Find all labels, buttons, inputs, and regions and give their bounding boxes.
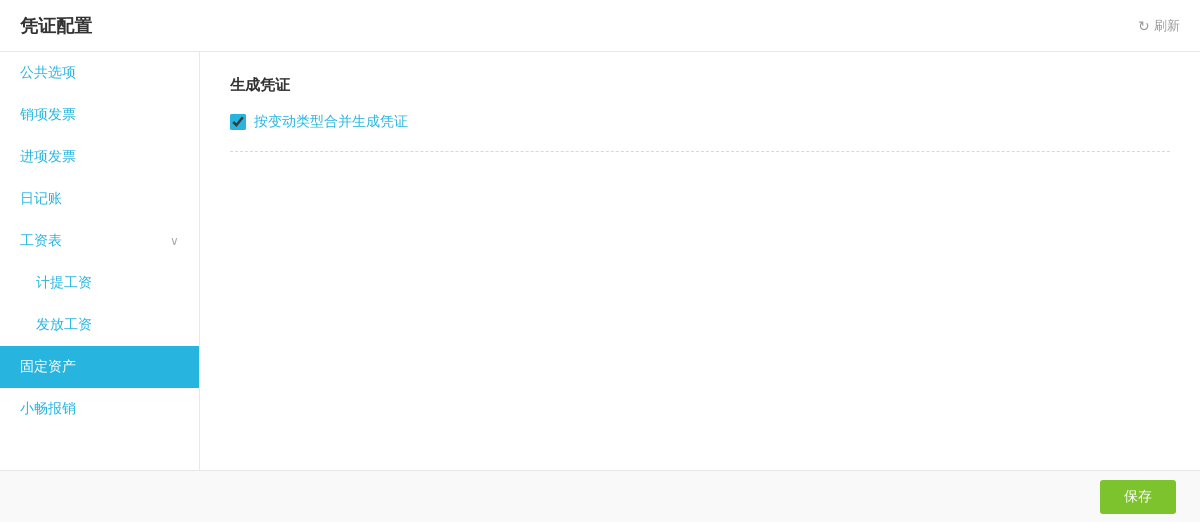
sidebar-label-payroll-sheet: 工资表 [20,232,62,250]
save-button[interactable]: 保存 [1100,480,1176,514]
refresh-button[interactable]: ↻ 刷新 [1138,17,1180,35]
main-container: 公共选项销项发票进项发票日记账工资表 ∨ 计提工资发放工资固定资产小畅报销 生成凭证… [0,52,1200,470]
content-area: 生成凭证 按变动类型合并生成凭证 [200,52,1200,470]
sidebar-item-purchase-invoice[interactable]: 进项发票 [0,136,199,178]
refresh-icon: ↻ [1138,18,1150,34]
sidebar-label-expense-report: 小畅报销 [20,400,76,418]
chevron-down-icon: ∨ [170,234,179,248]
sidebar-item-sales-invoice[interactable]: 销项发票 [0,94,199,136]
footer: 保存 [0,470,1200,522]
sidebar-item-journal[interactable]: 日记账 [0,178,199,220]
page-title: 凭证配置 [20,14,92,38]
sidebar-label-public-options: 公共选项 [20,64,76,82]
page-header: 凭证配置 ↻ 刷新 [0,0,1200,52]
merge-by-type-row: 按变动类型合并生成凭证 [230,113,1170,131]
sidebar-label-payroll-calc: 计提工资 [36,274,92,292]
sidebar-item-payroll-calc[interactable]: 计提工资 [0,262,199,304]
merge-by-type-checkbox[interactable] [230,114,246,130]
sidebar-label-journal: 日记账 [20,190,62,208]
sidebar-item-payroll-sheet[interactable]: 工资表 ∨ [0,220,199,262]
sidebar-item-public-options[interactable]: 公共选项 [0,52,199,94]
sidebar: 公共选项销项发票进项发票日记账工资表 ∨ 计提工资发放工资固定资产小畅报销 [0,52,200,470]
merge-by-type-label[interactable]: 按变动类型合并生成凭证 [254,113,408,131]
sidebar-item-payroll-pay[interactable]: 发放工资 [0,304,199,346]
sidebar-label-sales-invoice: 销项发票 [20,106,76,124]
sidebar-item-fixed-assets[interactable]: 固定资产 [0,346,199,388]
sidebar-label-fixed-assets: 固定资产 [20,358,76,376]
sidebar-label-purchase-invoice: 进项发票 [20,148,76,166]
section-title: 生成凭证 [230,76,1170,95]
refresh-label: 刷新 [1154,17,1180,35]
section-divider [230,151,1170,152]
sidebar-label-payroll-pay: 发放工资 [36,316,92,334]
sidebar-item-expense-report[interactable]: 小畅报销 [0,388,199,430]
